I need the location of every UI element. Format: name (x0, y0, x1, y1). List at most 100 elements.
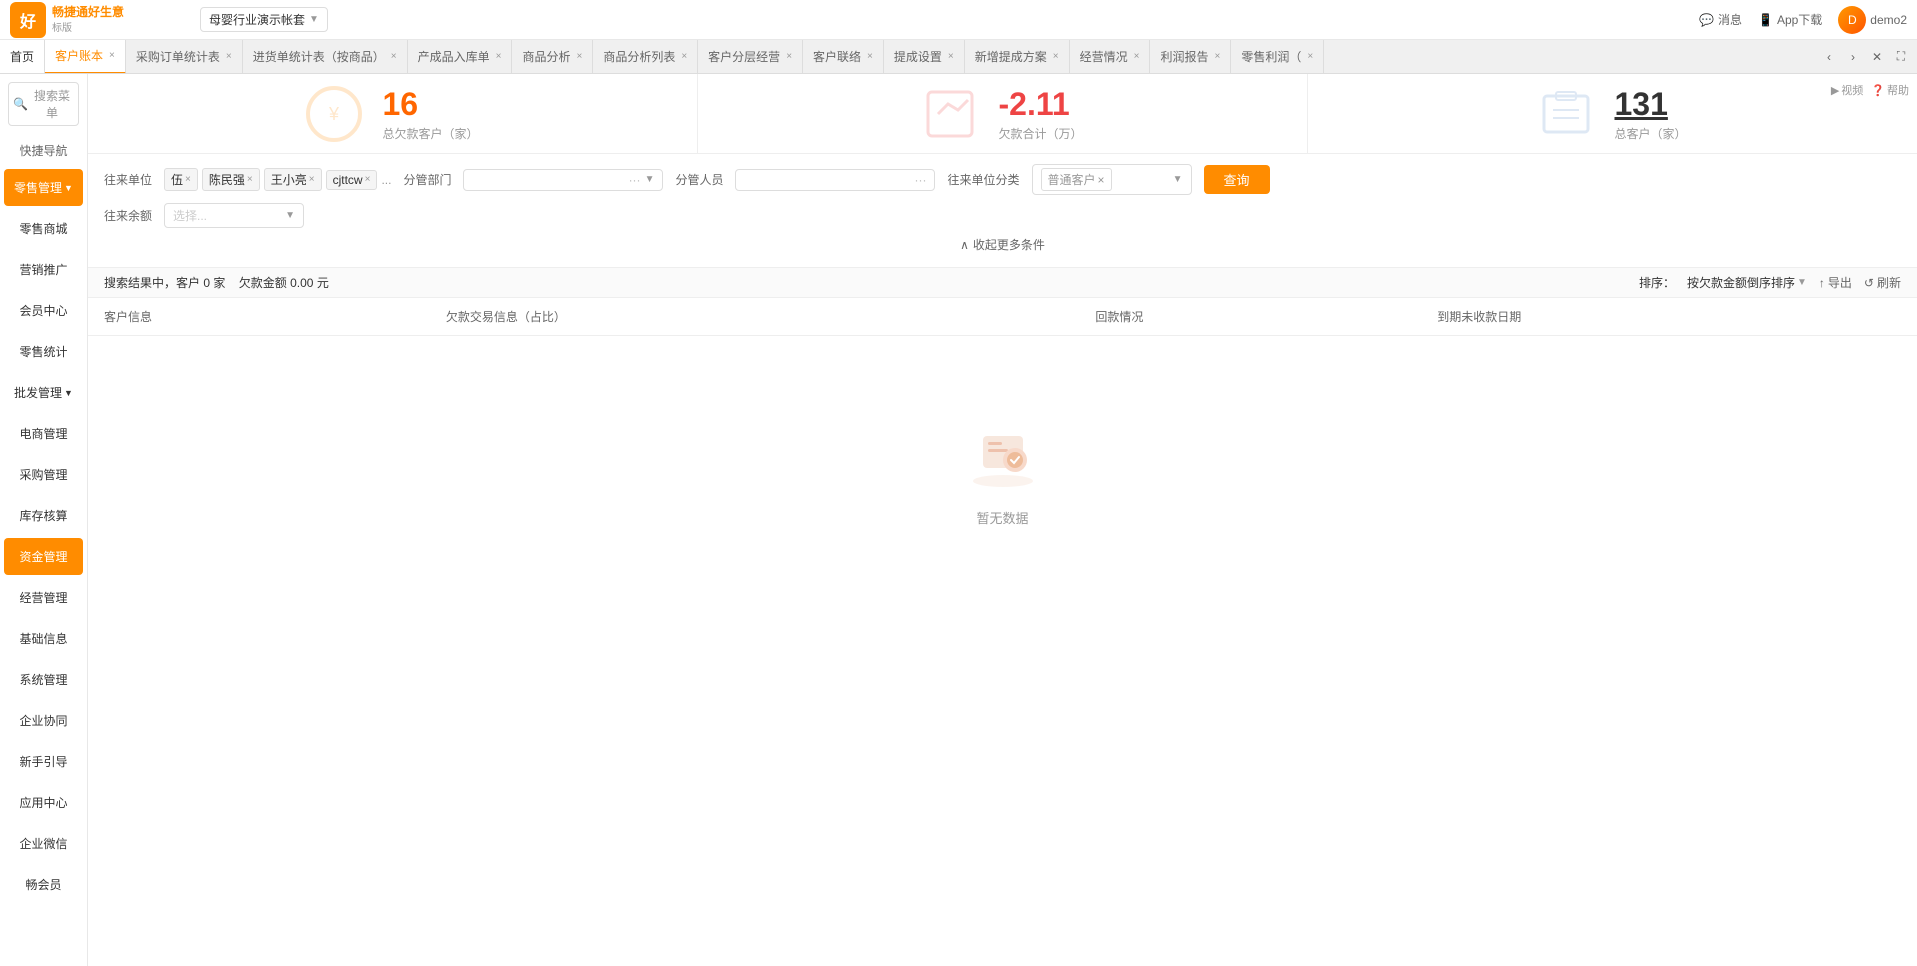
message-icon: 💬 (1699, 13, 1714, 27)
app-download-icon: 📱 (1758, 13, 1773, 27)
tag-value: 陈民强 (209, 171, 245, 188)
tab-close-all-button[interactable]: ✕ (1867, 47, 1887, 67)
tab-add-boost-plan[interactable]: 新增提成方案 × (965, 40, 1070, 74)
tab-home[interactable]: 首页 (0, 40, 45, 74)
sidebar-item-retail-store[interactable]: 零售商城 (4, 210, 83, 247)
sidebar-item-purchase[interactable]: 采购管理 (4, 456, 83, 493)
unit-tag-chen-close[interactable]: × (247, 174, 253, 185)
tab-close[interactable]: × (1307, 51, 1313, 62)
tab-close[interactable]: × (681, 51, 687, 62)
sidebar-item-retail-stats[interactable]: 零售统计 (4, 333, 83, 370)
dept-selector[interactable]: ··· ▼ (463, 169, 663, 191)
tab-retail-profit[interactable]: 零售利润（ × (1231, 40, 1324, 74)
sidebar-item-members[interactable]: 会员中心 (4, 292, 83, 329)
tab-customer-contact[interactable]: 客户联络 × (803, 40, 884, 74)
tab-close[interactable]: × (786, 51, 792, 62)
sidebar-item-app-center[interactable]: 应用中心 (4, 784, 83, 821)
unit-tag-cj-close[interactable]: × (365, 174, 371, 185)
tab-product-analysis[interactable]: 商品分析 × (512, 40, 593, 74)
tab-close[interactable]: × (1134, 51, 1140, 62)
person-selector[interactable]: ··· (735, 169, 935, 191)
tab-close[interactable]: × (948, 51, 954, 62)
app-download-button[interactable]: 📱 App下载 (1758, 11, 1822, 28)
unit-tag-wang-close[interactable]: × (309, 174, 315, 185)
tab-label: 进货单统计表（按商品） (253, 48, 385, 65)
sidebar-item-new-guide[interactable]: 新手引导 (4, 743, 83, 780)
help-button[interactable]: ❓ 帮助 (1871, 82, 1909, 98)
total-customers-icon (1538, 86, 1594, 142)
sidebar-item-label: 采购管理 (19, 468, 67, 482)
tab-operations[interactable]: 经营情况 × (1070, 40, 1151, 74)
sidebar-item-inventory[interactable]: 库存核算 (4, 497, 83, 534)
query-button[interactable]: 查询 (1204, 165, 1270, 194)
tab-product-storage[interactable]: 产成品入库单 × (408, 40, 513, 74)
user-menu-button[interactable]: D demo2 (1838, 6, 1907, 34)
tab-close[interactable]: × (391, 51, 397, 62)
search-prefix: 搜索结果中，客户 (104, 276, 200, 290)
sidebar-item-operations[interactable]: 经营管理 (4, 579, 83, 616)
tab-purchase-stats-product[interactable]: 进货单统计表（按商品） × (243, 40, 408, 74)
person-more-icon: ··· (914, 173, 926, 187)
export-label: 导出 (1828, 274, 1852, 291)
category-selector[interactable]: 普通客户 × ▼ (1032, 164, 1192, 195)
message-button[interactable]: 💬 消息 (1699, 11, 1742, 28)
category-tag-value: 普通客户 (1048, 171, 1096, 188)
sidebar-item-marketing[interactable]: 营销推广 (4, 251, 83, 288)
tab-label: 客户联络 (813, 48, 861, 65)
customer-count: 0 (203, 276, 210, 290)
tab-close[interactable]: × (867, 51, 873, 62)
quick-nav-button[interactable]: 快捷导航 (0, 134, 87, 167)
sidebar-item-basic-info[interactable]: 基础信息 (4, 620, 83, 657)
tab-profit-report[interactable]: 利润报告 × (1150, 40, 1231, 74)
search-menu-label: 搜索菜单 (30, 87, 74, 121)
tab-close[interactable]: × (1053, 51, 1059, 62)
export-button[interactable]: ↑ 导出 (1819, 274, 1852, 291)
tab-close[interactable]: × (496, 51, 502, 62)
sidebar-item-label: 营销推广 (19, 263, 67, 277)
debt-prefix: 欠款金额 (239, 276, 287, 290)
collapse-button[interactable]: ∧ 收起更多条件 (960, 236, 1045, 253)
tab-customer-tier[interactable]: 客户分层经营 × (698, 40, 803, 74)
tab-boost-settings[interactable]: 提成设置 × (884, 40, 965, 74)
tag-value: 伍 (171, 171, 183, 188)
tab-purchase-order-stats[interactable]: 采购订单统计表 × (126, 40, 243, 74)
unit-filter-label: 往来单位 (104, 171, 152, 188)
account-selector[interactable]: 母婴行业演示帐套 ▼ (200, 7, 328, 32)
tab-close[interactable]: × (576, 51, 582, 62)
sidebar-item-system[interactable]: 系统管理 (4, 661, 83, 698)
sidebar-item-ecommerce[interactable]: 电商管理 (4, 415, 83, 452)
sidebar-item-vip[interactable]: 畅会员 (4, 866, 83, 903)
filter-row-2: 往来余额 选择... ▼ (104, 203, 1901, 228)
refresh-label: 刷新 (1877, 274, 1901, 291)
tab-next-button[interactable]: › (1843, 47, 1863, 67)
tab-label: 产成品入库单 (418, 48, 490, 65)
sidebar-item-finance[interactable]: 资金管理 (4, 538, 83, 575)
category-tag-close[interactable]: × (1098, 173, 1105, 187)
user-avatar: D (1838, 6, 1866, 34)
tab-label: 客户分层经营 (708, 48, 780, 65)
balance-selector[interactable]: 选择... ▼ (164, 203, 304, 228)
tab-customer-account[interactable]: 客户账本 × (45, 40, 126, 74)
search-menu-button[interactable]: 🔍 搜索菜单 (8, 82, 79, 126)
tab-close[interactable]: × (226, 51, 232, 62)
tab-product-analysis-list[interactable]: 商品分析列表 × (593, 40, 698, 74)
sidebar-item-batch[interactable]: 批发管理 ▼ (4, 374, 83, 411)
unit-tag-wu-close[interactable]: × (185, 174, 191, 185)
tab-customer-account-close[interactable]: × (109, 50, 115, 61)
sidebar-item-label: 应用中心 (19, 796, 67, 810)
tab-prev-button[interactable]: ‹ (1819, 47, 1839, 67)
category-tag-regular: 普通客户 × (1041, 168, 1112, 191)
refresh-button[interactable]: ↺ 刷新 (1864, 274, 1901, 291)
tab-close[interactable]: × (1214, 51, 1220, 62)
search-results-bar: 搜索结果中，客户 0 家 欠款金额 0.00 元 排序： 按欠款金额倒序排序 ▼ (88, 268, 1917, 298)
unit-filter-more[interactable]: ... (381, 173, 391, 187)
sort-selector[interactable]: 按欠款金额倒序排序 ▼ (1687, 274, 1807, 291)
sidebar-item-enterprise[interactable]: 企业协同 (4, 702, 83, 739)
sidebar-item-retail[interactable]: 零售管理 ▼ (4, 169, 83, 206)
tab-fullscreen-button[interactable]: ⛶ (1891, 47, 1911, 67)
person-filter-label: 分管人员 (675, 171, 723, 188)
sidebar-item-enterprise-wechat[interactable]: 企业微信 (4, 825, 83, 862)
video-help-button[interactable]: ▶ 视频 (1831, 82, 1863, 98)
help-icon: ❓ (1871, 84, 1885, 97)
table-wrapper: 客户信息 欠款交易信息（占比） 回款情况 到期未收款日期 (88, 298, 1917, 966)
